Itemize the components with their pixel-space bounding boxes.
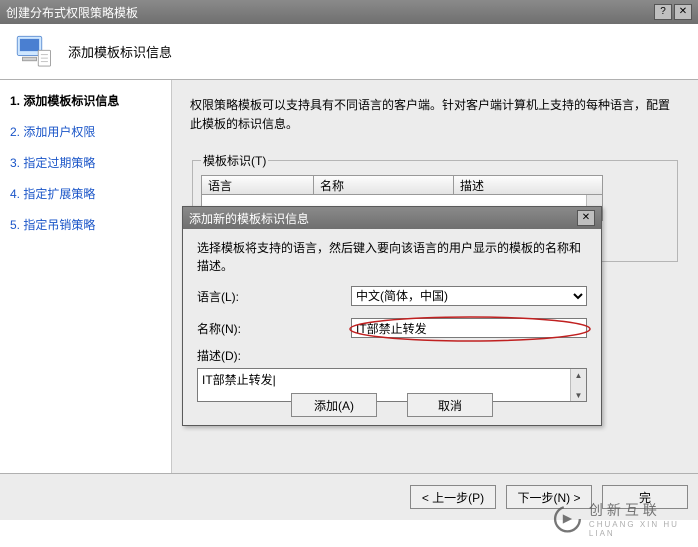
template-table-header: 语言 名称 描述	[201, 175, 669, 195]
intro-text: 权限策略模板可以支持具有不同语言的客户端。针对客户端计算机上支持的每种语言，配置…	[190, 96, 680, 134]
cancel-button[interactable]: 取消	[407, 393, 493, 417]
name-input[interactable]	[351, 318, 587, 338]
dialog-instruction: 选择模板将支持的语言，然后键入要向该语言的用户显示的模板的名称和描述。	[197, 239, 587, 275]
dialog-body: 选择模板将支持的语言，然后键入要向该语言的用户显示的模板的名称和描述。 语言(L…	[183, 229, 601, 425]
wizard-titlebar: 创建分布式权限策略模板 ? ✕	[0, 0, 698, 24]
sidebar-step-3[interactable]: 3. 指定过期策略	[10, 154, 161, 171]
language-label: 语言(L):	[197, 288, 267, 305]
add-template-ident-dialog: 添加新的模板标识信息 ✕ 选择模板将支持的语言，然后键入要向该语言的用户显示的模…	[182, 206, 602, 426]
wizard-footer: < 上一步(P) 下一步(N) > 完	[0, 474, 698, 520]
sidebar-step-1[interactable]: 1. 添加模板标识信息	[10, 92, 161, 109]
prev-button[interactable]: < 上一步(P)	[410, 485, 496, 509]
col-language[interactable]: 语言	[201, 175, 313, 195]
template-icon	[12, 31, 54, 73]
dialog-close-button[interactable]: ✕	[577, 210, 595, 226]
next-button[interactable]: 下一步(N) >	[506, 485, 592, 509]
finish-button[interactable]: 完	[602, 485, 688, 509]
fieldset-legend: 模板标识(T)	[201, 152, 268, 169]
col-description[interactable]: 描述	[453, 175, 603, 195]
add-button[interactable]: 添加(A)	[291, 393, 377, 417]
description-label: 描述(D):	[197, 347, 587, 364]
wizard-subtitle: 添加模板标识信息	[68, 42, 172, 61]
col-name[interactable]: 名称	[313, 175, 453, 195]
wizard-sidebar: 1. 添加模板标识信息 2. 添加用户权限 3. 指定过期策略 4. 指定扩展策…	[0, 80, 172, 473]
dialog-titlebar: 添加新的模板标识信息 ✕	[183, 207, 601, 229]
help-button[interactable]: ?	[654, 4, 672, 20]
sidebar-step-4[interactable]: 4. 指定扩展策略	[10, 185, 161, 202]
dialog-title-text: 添加新的模板标识信息	[189, 210, 577, 227]
scroll-up-icon[interactable]: ▲	[571, 369, 586, 381]
wizard-title-text: 创建分布式权限策略模板	[6, 4, 652, 21]
sidebar-step-2[interactable]: 2. 添加用户权限	[10, 123, 161, 140]
watermark-brand-py: CHUANG XIN HU LIAN	[589, 520, 692, 538]
wizard-header: 添加模板标识信息	[0, 24, 698, 80]
name-label: 名称(N):	[197, 320, 267, 337]
sidebar-step-5[interactable]: 5. 指定吊销策略	[10, 216, 161, 233]
close-button[interactable]: ✕	[674, 4, 692, 20]
language-select[interactable]: 中文(简体，中国)	[351, 286, 587, 306]
